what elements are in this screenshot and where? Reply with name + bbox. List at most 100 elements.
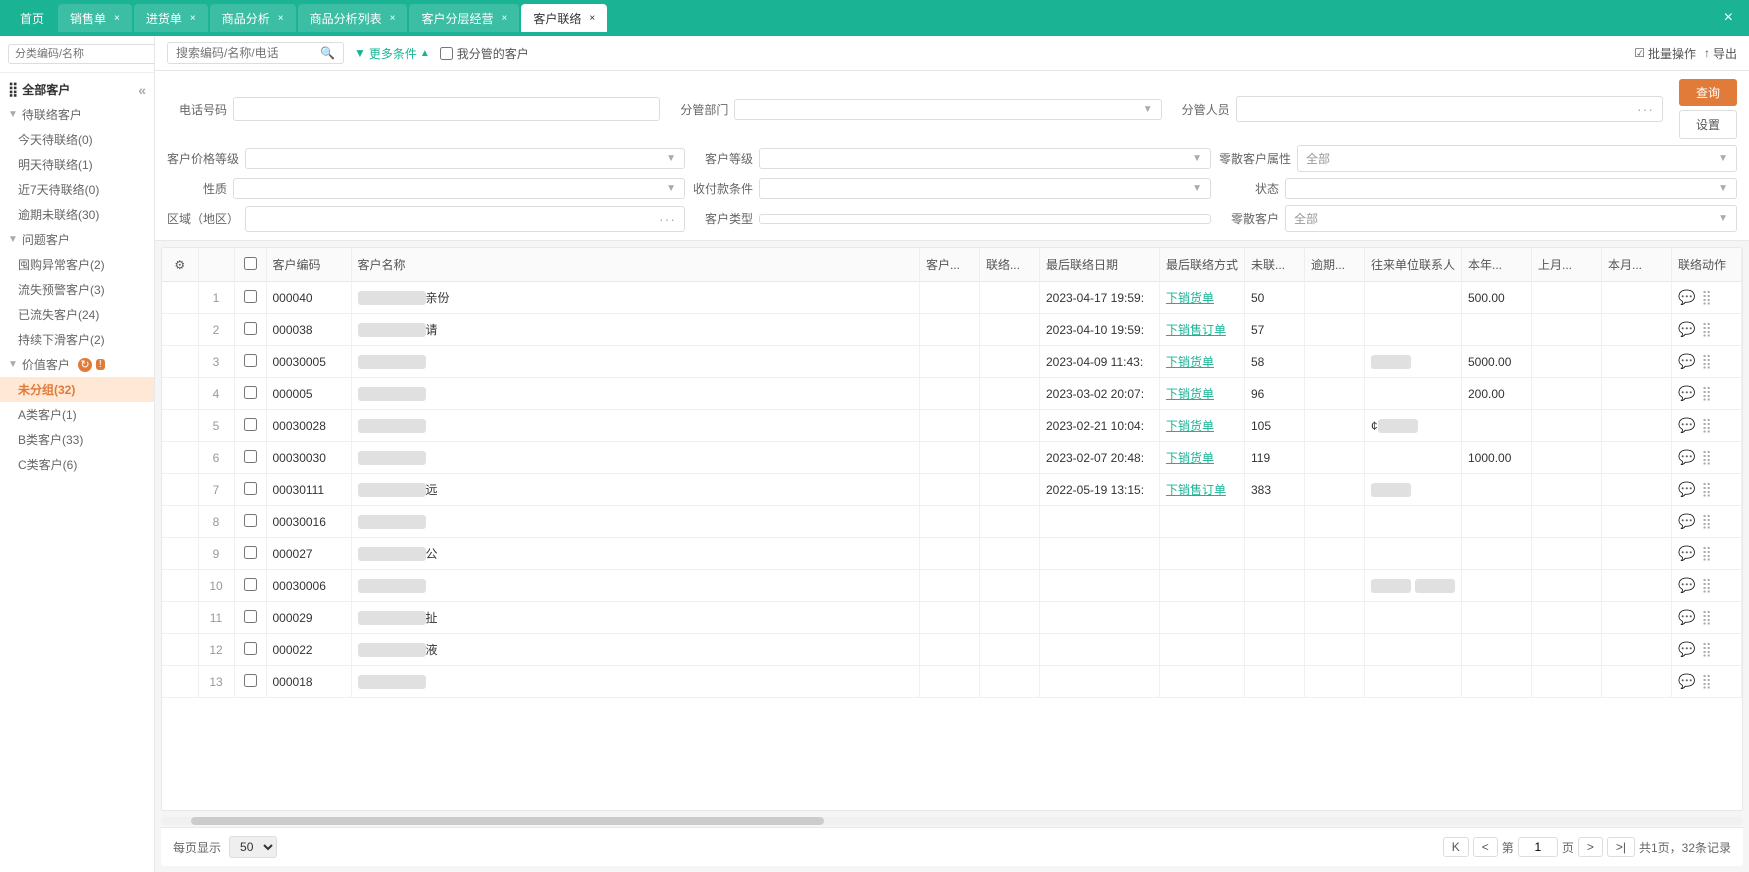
message-icon[interactable]: 💬 bbox=[1678, 577, 1695, 594]
sidebar-search-input[interactable] bbox=[8, 44, 155, 64]
row-checkbox[interactable] bbox=[244, 674, 257, 687]
th-checkbox[interactable] bbox=[234, 248, 266, 282]
message-icon[interactable]: 💬 bbox=[1678, 353, 1695, 370]
grid-icon[interactable]: ⣿ bbox=[1701, 513, 1711, 530]
close-purchase-icon[interactable]: × bbox=[190, 13, 196, 24]
reset-button[interactable]: 设置 bbox=[1679, 110, 1737, 139]
grid-icon[interactable]: ⣿ bbox=[1701, 417, 1711, 434]
sidebar-item-tomorrow-pending[interactable]: 明天待联络(1) bbox=[0, 152, 154, 177]
page-size-select[interactable]: 50 bbox=[229, 836, 277, 858]
message-icon[interactable]: 💬 bbox=[1678, 321, 1695, 338]
grid-icon[interactable]: ⣿ bbox=[1701, 641, 1711, 658]
gender-select[interactable]: ▼ bbox=[233, 178, 685, 199]
sidebar-item-ungrouped[interactable]: 未分组(32) bbox=[0, 377, 154, 402]
sidebar-item-class-a[interactable]: A类客户(1) bbox=[0, 402, 154, 427]
grid-icon[interactable]: ⣿ bbox=[1701, 353, 1711, 370]
dept-select[interactable]: ▼ bbox=[734, 99, 1161, 120]
filter-search-icon[interactable]: 🔍 bbox=[320, 46, 335, 60]
sidebar-item-today-pending[interactable]: 今天待联络(0) bbox=[0, 127, 154, 152]
close-customer-segment-icon[interactable]: × bbox=[501, 13, 507, 24]
sidebar-item-churn-warning[interactable]: 流失预警客户(3) bbox=[0, 277, 154, 302]
retail-attr-select[interactable]: 全部 ▼ bbox=[1297, 145, 1737, 172]
message-icon[interactable]: 💬 bbox=[1678, 513, 1695, 530]
last-method-link[interactable]: 下销货单 bbox=[1166, 355, 1214, 369]
price-level-select[interactable]: ▼ bbox=[245, 148, 685, 169]
first-page-button[interactable]: K bbox=[1443, 837, 1469, 857]
last-page-button[interactable]: >| bbox=[1607, 837, 1635, 857]
value-group[interactable]: ▼ 价值客户 ↻ ! bbox=[0, 352, 154, 377]
th-settings[interactable]: ⚙ bbox=[162, 248, 198, 282]
grid-icon[interactable]: ⣿ bbox=[1701, 545, 1711, 562]
row-checkbox[interactable] bbox=[244, 354, 257, 367]
row-checkbox[interactable] bbox=[244, 386, 257, 399]
message-icon[interactable]: 💬 bbox=[1678, 481, 1695, 498]
close-sales-icon[interactable]: × bbox=[114, 13, 120, 24]
grid-icon[interactable]: ⣿ bbox=[1701, 673, 1711, 690]
row-checkbox[interactable] bbox=[244, 578, 257, 591]
export-button[interactable]: ↑ 导出 bbox=[1704, 45, 1737, 62]
customer-type-select[interactable] bbox=[759, 214, 1211, 224]
tab-purchase[interactable]: 进货单 × bbox=[134, 4, 208, 32]
select-all-checkbox[interactable] bbox=[244, 257, 257, 270]
phone-input[interactable] bbox=[233, 97, 660, 121]
close-analysis-list-icon[interactable]: × bbox=[390, 13, 396, 24]
message-icon[interactable]: 💬 bbox=[1678, 609, 1695, 626]
grid-icon[interactable]: ⣿ bbox=[1701, 481, 1711, 498]
last-method-link[interactable]: 下销售订单 bbox=[1166, 323, 1226, 337]
message-icon[interactable]: 💬 bbox=[1678, 417, 1695, 434]
retail-customer-select[interactable]: 全部 ▼ bbox=[1285, 205, 1737, 232]
horizontal-scrollbar[interactable] bbox=[161, 817, 1743, 825]
customer-level-select[interactable]: ▼ bbox=[759, 148, 1211, 169]
all-customers-header[interactable]: ⣿全部客户 « bbox=[0, 73, 154, 102]
row-checkbox[interactable] bbox=[244, 450, 257, 463]
more-conditions-button[interactable]: ▼ 更多条件 ▲ bbox=[354, 45, 430, 62]
row-checkbox[interactable] bbox=[244, 418, 257, 431]
my-customers-checkbox[interactable] bbox=[440, 47, 453, 60]
status-select[interactable]: ▼ bbox=[1285, 178, 1737, 199]
message-icon[interactable]: 💬 bbox=[1678, 289, 1695, 306]
row-checkbox[interactable] bbox=[244, 514, 257, 527]
filter-search-box[interactable]: 🔍 bbox=[167, 42, 344, 64]
filter-search-input[interactable] bbox=[176, 46, 316, 60]
sidebar-item-abnormal[interactable]: 囤购异常客户(2) bbox=[0, 252, 154, 277]
area-select[interactable]: ··· bbox=[245, 206, 685, 232]
sidebar-item-churned[interactable]: 已流失客户(24) bbox=[0, 302, 154, 327]
message-icon[interactable]: 💬 bbox=[1678, 545, 1695, 562]
message-icon[interactable]: 💬 bbox=[1678, 449, 1695, 466]
tab-analysis-list[interactable]: 商品分析列表 × bbox=[298, 4, 408, 32]
page-number-input[interactable] bbox=[1518, 837, 1558, 857]
grid-icon[interactable]: ⣿ bbox=[1701, 449, 1711, 466]
tab-analysis[interactable]: 商品分析 × bbox=[210, 4, 296, 32]
last-method-link[interactable]: 下销售订单 bbox=[1166, 483, 1226, 497]
batch-operations-button[interactable]: ☑ 批量操作 bbox=[1634, 45, 1696, 62]
last-method-link[interactable]: 下销货单 bbox=[1166, 291, 1214, 305]
tab-sales[interactable]: 销售单 × bbox=[58, 4, 132, 32]
tab-home[interactable]: 首页 bbox=[8, 4, 56, 32]
sidebar-item-class-b[interactable]: B类客户(33) bbox=[0, 427, 154, 452]
grid-icon[interactable]: ⣿ bbox=[1701, 609, 1711, 626]
grid-icon[interactable]: ⣿ bbox=[1701, 577, 1711, 594]
row-checkbox[interactable] bbox=[244, 482, 257, 495]
last-method-link[interactable]: 下销货单 bbox=[1166, 387, 1214, 401]
tab-customer-contact[interactable]: 客户联络 × bbox=[521, 4, 607, 32]
tab-customer-segment[interactable]: 客户分层经营 × bbox=[409, 4, 519, 32]
sidebar-item-class-c[interactable]: C类客户(6) bbox=[0, 452, 154, 477]
grid-icon[interactable]: ⣿ bbox=[1701, 321, 1711, 338]
message-icon[interactable]: 💬 bbox=[1678, 673, 1695, 690]
message-icon[interactable]: 💬 bbox=[1678, 641, 1695, 658]
close-analysis-icon[interactable]: × bbox=[278, 13, 284, 24]
last-method-link[interactable]: 下销货单 bbox=[1166, 419, 1214, 433]
row-checkbox[interactable] bbox=[244, 546, 257, 559]
next-page-button[interactable]: > bbox=[1578, 837, 1603, 857]
payment-select[interactable]: ▼ bbox=[759, 178, 1211, 199]
row-checkbox[interactable] bbox=[244, 642, 257, 655]
collapse-icon[interactable]: « bbox=[138, 82, 146, 98]
manager-select[interactable]: ··· bbox=[1236, 96, 1663, 122]
sidebar-item-overdue-pending[interactable]: 逾期未联络(30) bbox=[0, 202, 154, 227]
grid-icon[interactable]: ⣿ bbox=[1701, 385, 1711, 402]
prev-page-button[interactable]: < bbox=[1473, 837, 1498, 857]
row-checkbox[interactable] bbox=[244, 322, 257, 335]
row-checkbox[interactable] bbox=[244, 610, 257, 623]
message-icon[interactable]: 💬 bbox=[1678, 385, 1695, 402]
query-button[interactable]: 查询 bbox=[1679, 79, 1737, 106]
